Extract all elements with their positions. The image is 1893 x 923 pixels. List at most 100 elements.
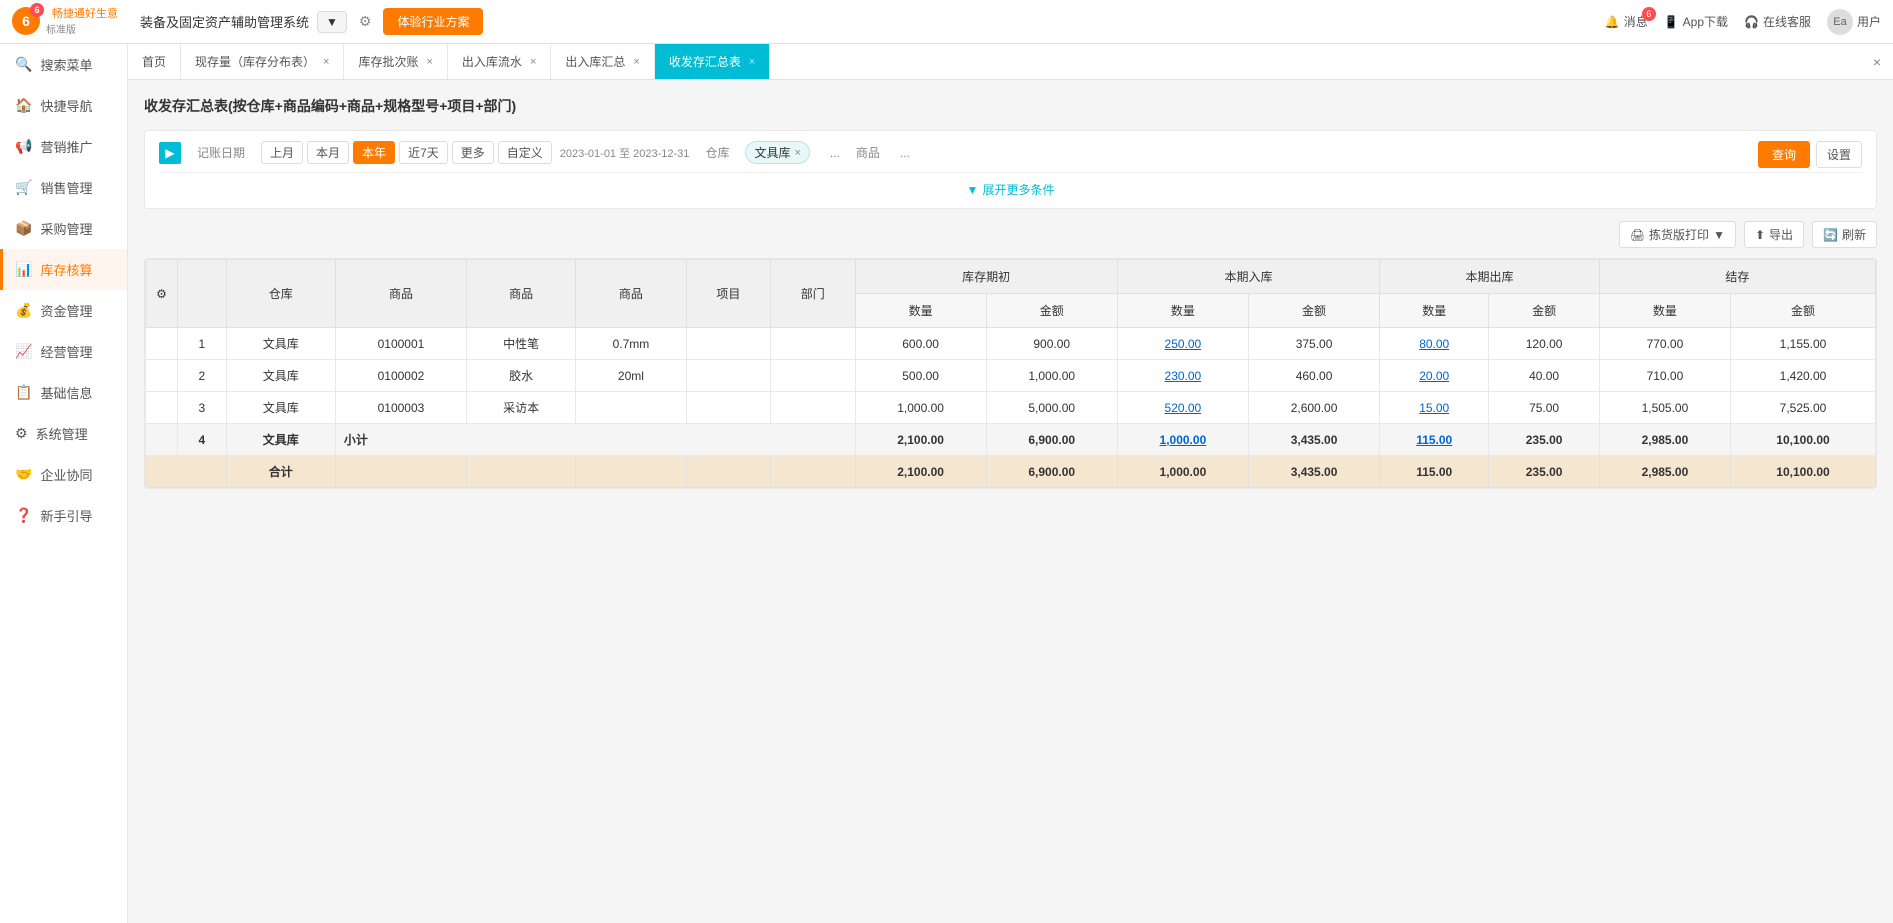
headset-icon: 🎧 xyxy=(1744,15,1759,29)
date-btn-this-year[interactable]: 本年 xyxy=(353,141,395,164)
sidebar-item-sales[interactable]: 🛒 销售管理 xyxy=(0,167,127,208)
cart-icon: 🛒 xyxy=(15,179,32,196)
logo-icon: 6 6 xyxy=(12,7,40,35)
expand-conditions[interactable]: ▼ 展开更多条件 xyxy=(159,181,1862,198)
tab-home[interactable]: 首页 xyxy=(128,44,181,80)
content-area: 收发存汇总表(按仓库+商品编码+商品+规格型号+项目+部门) ▶ 记账日期 上月… xyxy=(128,80,1893,923)
date-btn-prev-month[interactable]: 上月 xyxy=(261,141,303,164)
row-code: 0100003 xyxy=(335,392,466,424)
settings-icon: ⚙ xyxy=(15,425,28,442)
tab-inout-summary[interactable]: 出入库汇总 × xyxy=(551,44,654,80)
user-menu[interactable]: Ea 用户 xyxy=(1827,9,1881,35)
sidebar-item-finance[interactable]: 💰 资金管理 xyxy=(0,290,127,331)
row-out-qty[interactable]: 15.00 xyxy=(1380,392,1489,424)
close-all-tabs[interactable]: × xyxy=(1861,54,1893,70)
refresh-button[interactable]: 🔄 刷新 xyxy=(1812,221,1877,248)
sidebar-item-basic-info[interactable]: 📋 基础信息 xyxy=(0,372,127,413)
warehouse-more[interactable]: ... xyxy=(830,146,840,160)
row-warehouse: 文具库 xyxy=(226,360,335,392)
row-out-amt: 120.00 xyxy=(1489,328,1600,360)
sidebar-item-purchase[interactable]: 📦 采购管理 xyxy=(0,208,127,249)
refresh-icon: 🔄 xyxy=(1823,228,1838,242)
money-icon: 💰 xyxy=(15,302,32,319)
data-table-wrapper: ⚙ 仓库 商品 商品 商品 项目 部门 库存期初 本期入库 本期出库 xyxy=(144,258,1877,489)
tab-inout-flow[interactable]: 出入库流水 × xyxy=(448,44,551,80)
print-button[interactable]: 🖨 拣货版打印 ▼ xyxy=(1619,221,1736,248)
row-bal-qty: 710.00 xyxy=(1599,360,1730,392)
online-support-button[interactable]: 🎧 在线客服 xyxy=(1744,13,1811,30)
tab-close-recv-send[interactable]: × xyxy=(749,56,755,68)
row-spec xyxy=(576,392,687,424)
row-out-qty[interactable]: 20.00 xyxy=(1380,360,1489,392)
handshake-icon: 🤝 xyxy=(15,466,32,483)
system-name: 装备及固定资产辅助管理系统 xyxy=(140,12,309,31)
tab-stock-dist[interactable]: 现存量（库存分布表） × xyxy=(181,44,344,80)
gear-icon[interactable]: ⚙ xyxy=(355,9,376,34)
page-title: 收发存汇总表(按仓库+商品编码+商品+规格型号+项目+部门) xyxy=(144,96,1877,116)
row-out-amt: 40.00 xyxy=(1489,360,1600,392)
row-goods: 中性笔 xyxy=(467,328,576,360)
col-init-stock-header: 库存期初 xyxy=(855,260,1117,294)
chart-icon: 📊 xyxy=(15,261,32,278)
date-btn-7days[interactable]: 近7天 xyxy=(399,141,448,164)
app-download-button[interactable]: 📱 App下载 xyxy=(1664,13,1728,30)
table-row: 1 文具库 0100001 中性笔 0.7mm 600.00 900.00 25… xyxy=(146,328,1876,360)
tab-close-inout-flow[interactable]: × xyxy=(530,56,536,68)
avatar: Ea xyxy=(1827,9,1853,35)
row-project xyxy=(686,392,770,424)
sidebar-item-system[interactable]: ⚙ 系统管理 xyxy=(0,413,127,454)
row-settings xyxy=(146,360,178,392)
tab-close-batch-ledger[interactable]: × xyxy=(426,56,432,68)
notification-button[interactable]: 🔔 消息 6 xyxy=(1605,13,1648,30)
col-seq-header xyxy=(178,260,227,328)
sidebar-item-quick-nav[interactable]: 🏠 快捷导航 xyxy=(0,85,127,126)
sidebar-item-guide[interactable]: ❓ 新手引导 xyxy=(0,495,127,536)
tab-batch-ledger[interactable]: 库存批次账 × xyxy=(344,44,447,80)
date-btn-this-month[interactable]: 本月 xyxy=(307,141,349,164)
megaphone-icon: 📢 xyxy=(15,138,32,155)
sidebar-item-operations[interactable]: 📈 经营管理 xyxy=(0,331,127,372)
subtotal-in-qty[interactable]: 1,000.00 xyxy=(1117,424,1248,456)
tab-recv-send[interactable]: 收发存汇总表 × xyxy=(655,44,770,80)
sidebar-item-enterprise[interactable]: 🤝 企业协同 xyxy=(0,454,127,495)
table-row: 3 文具库 0100003 采访本 1,000.00 5,000.00 520.… xyxy=(146,392,1876,424)
top-header: 6 6 畅捷通好生意 标准版 装备及固定资产辅助管理系统 ▼ ⚙ 体验行业方案 … xyxy=(0,0,1893,44)
row-in-qty[interactable]: 250.00 xyxy=(1117,328,1248,360)
row-spec: 20ml xyxy=(576,360,687,392)
row-out-qty[interactable]: 80.00 xyxy=(1380,328,1489,360)
goods-more[interactable]: ... xyxy=(900,146,910,160)
date-btn-custom[interactable]: 自定义 xyxy=(498,141,552,164)
col-bal-amt-header: 金额 xyxy=(1731,294,1876,328)
footer-out-amt: 235.00 xyxy=(1489,456,1600,488)
row-in-qty[interactable]: 520.00 xyxy=(1117,392,1248,424)
subtotal-label: 小计 xyxy=(335,424,855,456)
filter-panel: ▶ 记账日期 上月 本月 本年 近7天 更多 自定义 2023-01-01 至 … xyxy=(144,130,1877,209)
query-button[interactable]: 查询 xyxy=(1758,141,1810,168)
row-warehouse: 文具库 xyxy=(226,392,335,424)
row-in-amt: 375.00 xyxy=(1248,328,1379,360)
tab-close-inout-summary[interactable]: × xyxy=(633,56,639,68)
expand-filter-arrow[interactable]: ▶ xyxy=(159,142,181,164)
footer-out-qty: 115.00 xyxy=(1380,456,1489,488)
row-in-qty[interactable]: 230.00 xyxy=(1117,360,1248,392)
question-icon: ❓ xyxy=(15,507,32,524)
subtotal-in-amt: 3,435.00 xyxy=(1248,424,1379,456)
chevron-down-icon: ▼ xyxy=(1713,228,1725,242)
subtotal-out-qty[interactable]: 115.00 xyxy=(1380,424,1489,456)
col-init-amt-header: 金额 xyxy=(986,294,1117,328)
date-btn-more[interactable]: 更多 xyxy=(452,141,494,164)
col-settings-header[interactable]: ⚙ xyxy=(146,260,178,328)
tab-close-stock-dist[interactable]: × xyxy=(323,56,329,68)
col-project-header: 项目 xyxy=(686,260,770,328)
sidebar-item-marketing[interactable]: 📢 营销推广 xyxy=(0,126,127,167)
sidebar-item-search[interactable]: 🔍 搜索菜单 xyxy=(0,44,127,85)
warehouse-tag-close[interactable]: × xyxy=(794,147,800,159)
settings-button[interactable]: 设置 xyxy=(1816,141,1862,168)
sidebar-item-inventory[interactable]: 📊 库存核算 xyxy=(0,249,127,290)
export-button[interactable]: ⬆ 导出 xyxy=(1744,221,1804,248)
try-industry-button[interactable]: 体验行业方案 xyxy=(383,8,483,35)
row-code: 0100001 xyxy=(335,328,466,360)
industry-select[interactable]: ▼ xyxy=(317,11,347,33)
row-out-amt: 75.00 xyxy=(1489,392,1600,424)
row-goods: 胶水 xyxy=(467,360,576,392)
